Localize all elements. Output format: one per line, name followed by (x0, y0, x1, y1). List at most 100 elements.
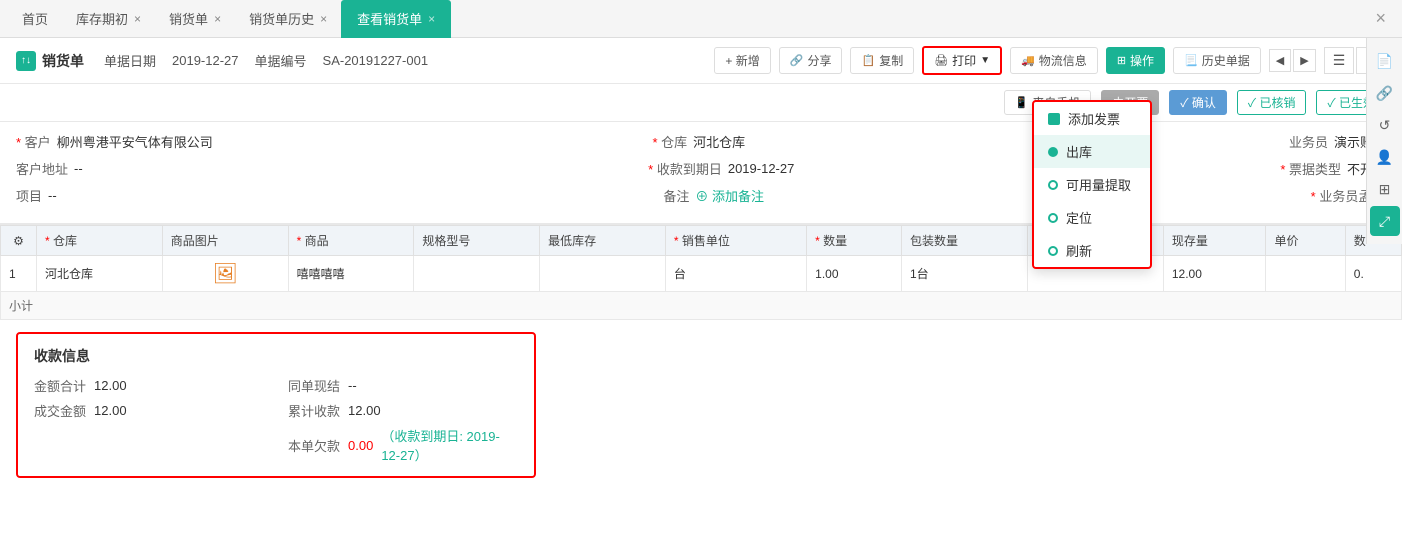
dropdown-available-qty[interactable]: 可用量提取 (1034, 168, 1150, 201)
summary-section: 收款信息 金额合计 12.00 同单现结 -- 成交金额 12.00 累计收款 … (16, 332, 536, 478)
operation-dropdown: 添加发票 出库 可用量提取 定位 刷新 (1032, 100, 1152, 269)
verified-badge[interactable]: ✓ 已核销 (1237, 90, 1307, 115)
prev-button[interactable]: ◀ (1269, 49, 1291, 72)
warehouse-value: 河北仓库 (693, 132, 745, 151)
history-button[interactable]: 📃 历史单据 (1173, 47, 1261, 74)
col-spec: 规格型号 (414, 226, 540, 256)
date-value: 2019-12-27 (172, 53, 239, 68)
project-value: -- (48, 188, 57, 203)
share-button[interactable]: 🔗 分享 (779, 47, 843, 74)
tab-close-view-sales[interactable]: × (428, 12, 435, 26)
form-row-1: 客户 柳州粤港平安气体有限公司 仓库 河北仓库 业务员 演示账号 (16, 132, 1386, 151)
dropdown-refresh[interactable]: 刷新 (1034, 234, 1150, 267)
this-order-due-row: 本单欠款 0.00 （收款到期日: 2019-12-27） (288, 426, 518, 464)
add-note-button[interactable]: ⊕ 添加备注 (695, 186, 764, 205)
cell-product-image: 🖼 (162, 256, 288, 292)
address-field: 客户地址 -- (16, 159, 624, 178)
tab-sales-history[interactable]: 销货单历史 × (235, 0, 341, 38)
sidebar-table-button[interactable]: ⊞ (1370, 174, 1400, 204)
cell-stock: 12.00 (1163, 256, 1266, 292)
dropdown-location[interactable]: 定位 (1034, 201, 1150, 234)
cell-amount: 0. (1345, 256, 1401, 292)
warehouse-label: 仓库 (652, 132, 687, 151)
no-value: SA-20191227-001 (323, 53, 429, 68)
data-table-wrap: ⚙ * 仓库 商品图片 * 商品 规格型号 最低库存 * 销售单位 * 数量 包… (0, 224, 1402, 320)
cumulative-receipt-value: 12.00 (348, 403, 381, 418)
table-row: 1 河北仓库 🖼 嘻嘻嘻嘻 台 1.00 1台 12.00 (1, 256, 1402, 292)
window-close-button[interactable]: × (1367, 8, 1394, 29)
summary-title: 收款信息 (34, 346, 518, 366)
right-sidebar: 📄 🔗 ↺ 👤 ⊞ ⤢ (1366, 38, 1402, 244)
col-warehouse: * 仓库 (37, 226, 163, 256)
doc-title: ↑↓ 销货单 (16, 51, 84, 71)
date-label: 单据日期 (104, 51, 156, 70)
col-product: * 商品 (288, 226, 414, 256)
col-product-image: 商品图片 (162, 226, 288, 256)
doc-title-text: 销货单 (42, 51, 84, 71)
app-container: 首页 库存期初 × 销货单 × 销货单历史 × 查看销货单 × × ↑↓ 销货单 (0, 0, 1402, 533)
tab-bar: 首页 库存期初 × 销货单 × 销货单历史 × 查看销货单 × × (0, 0, 1402, 38)
main-content: ↑↓ 销货单 单据日期 2019-12-27 单据编号 SA-20191227-… (0, 38, 1402, 533)
form-section: 客户 柳州粤港平安气体有限公司 仓库 河北仓库 业务员 演示账号 客户地址 -- (0, 122, 1402, 224)
available-qty-icon (1048, 180, 1058, 190)
tab-close-sales-order[interactable]: × (214, 12, 221, 26)
col-pack-qty: 包装数量 (902, 226, 1028, 256)
col-gear: ⚙ (1, 226, 37, 256)
dropdown-add-invoice[interactable]: 添加发票 (1034, 102, 1150, 135)
cell-product: 嘻嘻嘻嘻 (288, 256, 414, 292)
cell-unit: 台 (665, 256, 806, 292)
next-button[interactable]: ▶ (1293, 49, 1315, 72)
sidebar-refresh-button[interactable]: ↺ (1370, 110, 1400, 140)
project-label: 项目 (16, 186, 42, 205)
note-label: 备注 (663, 186, 689, 205)
col-stock: 现存量 (1163, 226, 1266, 256)
due-date-label: 收款到期日 (648, 159, 722, 178)
operation-button[interactable]: ⊞ 操作 (1106, 47, 1165, 74)
total-amount-row: 金额合计 12.00 (34, 376, 264, 395)
copy-button[interactable]: 📋 复制 (850, 47, 914, 74)
tab-inventory-init[interactable]: 库存期初 × (62, 0, 155, 38)
print-button[interactable]: 🖨 打印 ▼ (922, 46, 1002, 75)
transaction-amount-value: 12.00 (94, 403, 127, 418)
transaction-amount-row: 成交金额 12.00 (34, 401, 264, 420)
sidebar-expand-button[interactable]: ⤢ (1370, 206, 1400, 236)
total-amount-label: 金额合计 (34, 376, 86, 395)
note-field: 备注 ⊕ 添加备注 (663, 186, 1286, 205)
cell-warehouse: 河北仓库 (37, 256, 163, 292)
project-field: 项目 -- (16, 186, 639, 205)
doc-title-icon: ↑↓ (16, 51, 36, 71)
customer-field: 客户 柳州粤港平安气体有限公司 (16, 132, 628, 151)
subtotal-row: 小计 (1, 292, 1402, 320)
same-order-row: 同单现结 -- (288, 376, 518, 395)
col-unit: * 销售单位 (665, 226, 806, 256)
confirm-button[interactable]: ✓ 确认 (1169, 90, 1227, 115)
sidebar-user-button[interactable]: 👤 (1370, 142, 1400, 172)
customer-label: 客户 (16, 132, 51, 151)
total-amount-value: 12.00 (94, 378, 127, 393)
logistics-button[interactable]: 🚚 物流信息 (1010, 47, 1098, 74)
cell-min-stock (540, 256, 666, 292)
staff-label: 业务员 (1289, 132, 1328, 151)
doc-actions: + 新增 🔗 分享 📋 复制 🖨 打印 ▼ 🚚 物流信息 (714, 46, 1386, 75)
refresh-icon (1048, 246, 1058, 256)
col-unit-price: 单价 (1266, 226, 1345, 256)
dropdown-out-warehouse[interactable]: 出库 (1034, 135, 1150, 168)
tab-close-sales-history[interactable]: × (320, 12, 327, 26)
due-date-value: 2019-12-27 (728, 161, 795, 176)
tab-home[interactable]: 首页 (8, 0, 62, 38)
customer-value: 柳州粤港平安气体有限公司 (57, 132, 213, 151)
new-button[interactable]: + 新增 (714, 47, 770, 74)
tab-close-inventory[interactable]: × (134, 12, 141, 26)
form-row-3: 项目 -- 备注 ⊕ 添加备注 业务员孟 -- (16, 186, 1386, 205)
cell-qty: 1.00 (807, 256, 902, 292)
warehouse-field: 仓库 河北仓库 (652, 132, 1264, 151)
sidebar-link-button[interactable]: 🔗 (1370, 78, 1400, 108)
form-row-2: 客户地址 -- 收款到期日 2019-12-27 票据类型 不开票 (16, 159, 1386, 178)
sidebar-doc-button[interactable]: 📄 (1370, 46, 1400, 76)
tab-view-sales[interactable]: 查看销货单 × (341, 0, 451, 38)
tab-sales-order[interactable]: 销货单 × (155, 0, 235, 38)
nav-arrows: ◀ ▶ (1269, 49, 1316, 72)
list-view-button[interactable]: ☰ (1324, 47, 1355, 74)
doc-meta: 单据日期 2019-12-27 单据编号 SA-20191227-001 (104, 51, 714, 70)
salesperson-label: 业务员孟 (1311, 186, 1372, 205)
